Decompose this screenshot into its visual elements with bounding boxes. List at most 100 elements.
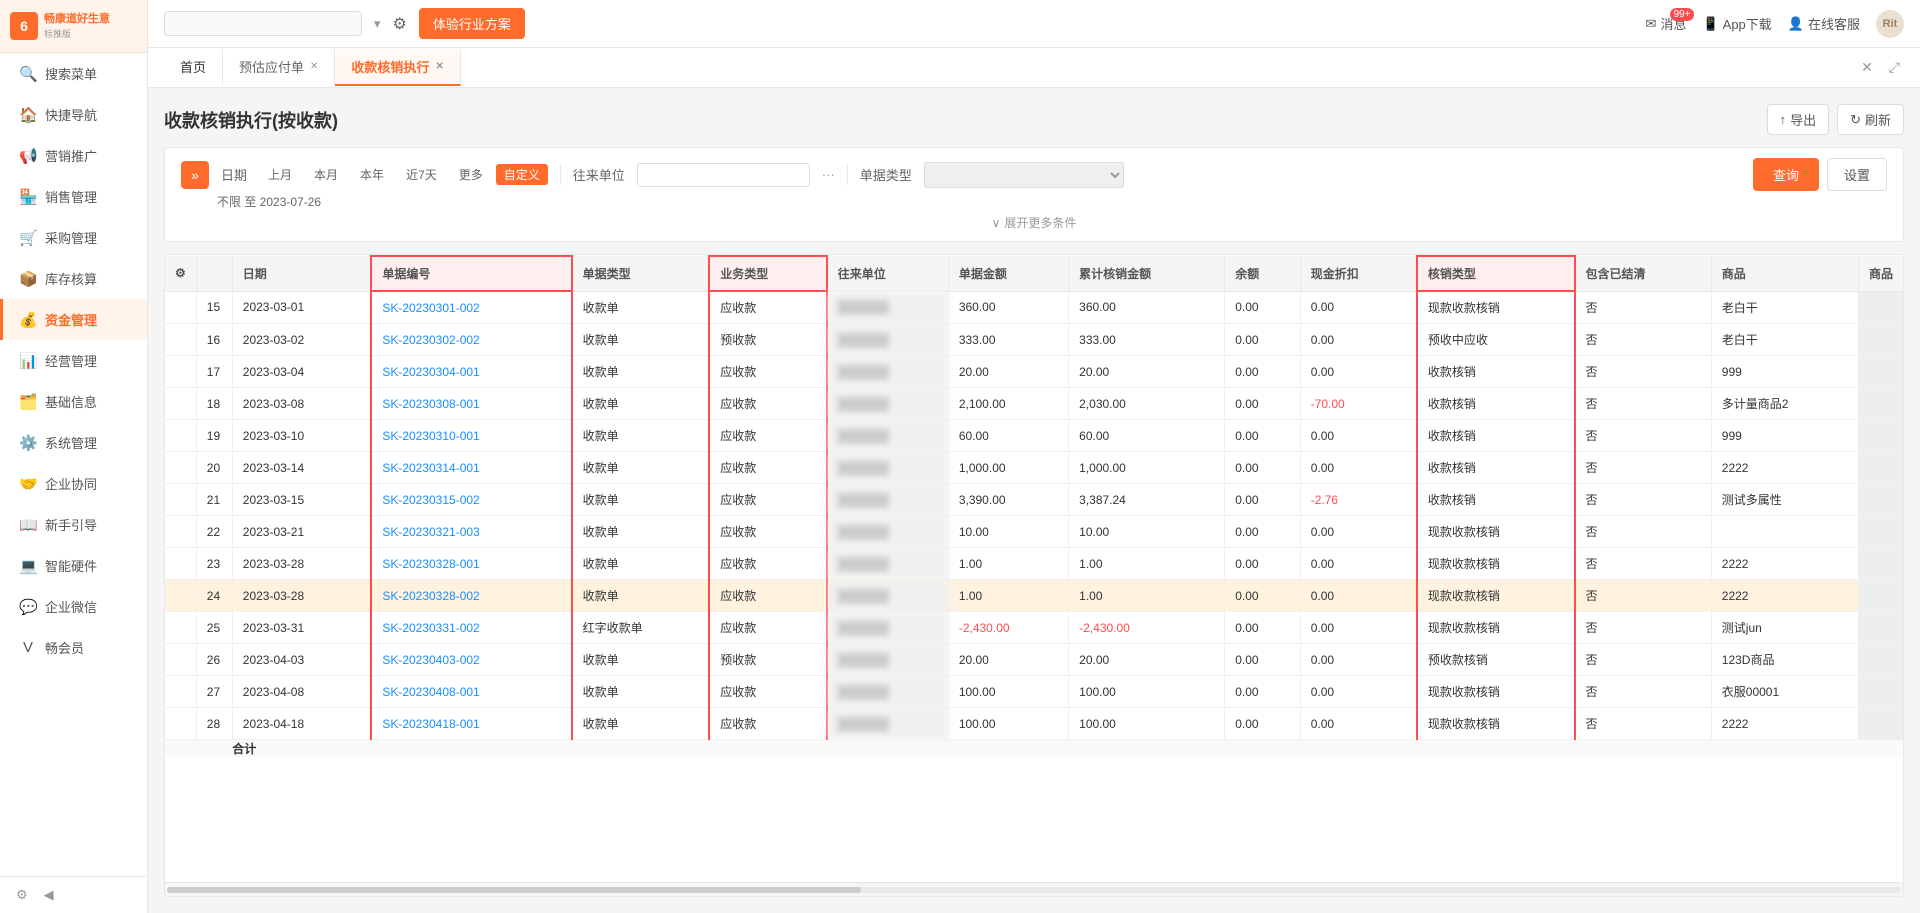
row-bill-no[interactable]: SK-20230301-002 (371, 291, 571, 324)
receipt-type-select[interactable] (924, 162, 1124, 188)
expand-more-btn[interactable]: ∨ 展开更多条件 (992, 214, 1077, 231)
export-btn[interactable]: ↑ 导出 (1767, 104, 1830, 135)
logo-name: 畅康道好生意 (44, 12, 110, 26)
avatar[interactable]: Rit (1876, 10, 1904, 38)
row-checkbox (165, 291, 196, 324)
row-goods1: 999 (1711, 356, 1858, 388)
row-date: 2023-03-01 (232, 291, 371, 324)
col-cancel-type-header: 核销类型 (1417, 256, 1575, 291)
this-year-btn[interactable]: 本年 (351, 163, 393, 186)
row-bill-no[interactable]: SK-20230314-001 (371, 452, 571, 484)
row-balance: 0.00 (1225, 324, 1301, 356)
more-date-btn[interactable]: 更多 (450, 163, 492, 186)
expand-more: ∨ 展开更多条件 (181, 214, 1887, 231)
row-bill-type: 收款单 (572, 324, 710, 356)
sidebar-item-enterprise[interactable]: 🤝 企业协同 (0, 463, 147, 504)
row-balance: 0.00 (1225, 420, 1301, 452)
sidebar-item-member[interactable]: V 畅会员 (0, 627, 147, 668)
hardware-icon: 💻 (19, 557, 37, 575)
tab-home[interactable]: 首页 (164, 49, 223, 86)
tab-payment-exec[interactable]: 收款核销执行 ✕ (335, 49, 460, 86)
refresh-btn[interactable]: ↻ 刷新 (1837, 104, 1904, 135)
query-btn[interactable]: 查询 (1753, 158, 1819, 191)
row-bill-no[interactable]: SK-20230304-001 (371, 356, 571, 388)
filter-row-1: » 日期 上月 本月 本年 近7天 更多 自定义 往来单位 ··· 单据类型 (181, 158, 1887, 191)
app-download-action[interactable]: 📱 App下载 (1702, 14, 1771, 33)
horizontal-scrollbar[interactable] (165, 882, 1903, 896)
sidebar-item-quick-nav[interactable]: 🏠 快捷导航 (0, 94, 147, 135)
sidebar-item-inventory[interactable]: 📦 库存核算 (0, 258, 147, 299)
online-service-action[interactable]: 👤 在线客服 (1788, 14, 1860, 33)
tab-pre-payment[interactable]: 预估应付单 ✕ (223, 49, 335, 86)
app-download-label: App下载 (1723, 14, 1772, 33)
row-bill-no[interactable]: SK-20230418-001 (371, 708, 571, 740)
row-checkbox (165, 644, 196, 676)
guide-icon: 📖 (19, 516, 37, 534)
filter-setting-btn[interactable]: 设置 (1827, 158, 1887, 191)
row-cancel-type: 现款收款核销 (1417, 516, 1575, 548)
row-biz-type: 应收款 (709, 388, 826, 420)
col-gear-header[interactable]: ⚙ (165, 256, 196, 291)
sidebar-item-search[interactable]: 🔍 搜索菜单 (0, 53, 147, 94)
row-biz-type: 应收款 (709, 676, 826, 708)
row-bill-no[interactable]: SK-20230328-001 (371, 548, 571, 580)
this-month-btn[interactable]: 本月 (305, 163, 347, 186)
sidebar-item-operations[interactable]: 📊 经营管理 (0, 340, 147, 381)
row-goods1: 2222 (1711, 580, 1858, 612)
close-payment-exec-icon[interactable]: ✕ (435, 61, 443, 72)
row-bill-type: 收款单 (572, 484, 710, 516)
table-wrapper[interactable]: ⚙ 日期 单据编号 单据类型 业务类型 往来单位 单据金额 累计核销金额 余额 … (165, 255, 1903, 882)
sidebar-item-basic[interactable]: 🗂️ 基础信息 (0, 381, 147, 422)
filter-toggle-btn[interactable]: » (181, 161, 209, 189)
row-balance: 0.00 (1225, 356, 1301, 388)
receipt-type-label: 单据类型 (860, 165, 912, 184)
row-bill-no[interactable]: SK-20230310-001 (371, 420, 571, 452)
messages-badge: 99+ (1670, 8, 1695, 21)
last-7days-btn[interactable]: 近7天 (397, 163, 446, 186)
col-balance-header: 余额 (1225, 256, 1301, 291)
sidebar-item-hardware[interactable]: 💻 智能硬件 (0, 545, 147, 586)
partner-dots[interactable]: ··· (822, 167, 835, 182)
sidebar-item-system[interactable]: ⚙️ 系统管理 (0, 422, 147, 463)
sidebar-settings-btn[interactable]: ⚙ (16, 887, 28, 903)
close-pre-payment-icon[interactable]: ✕ (310, 61, 318, 72)
table-header-row: ⚙ 日期 单据编号 单据类型 业务类型 往来单位 单据金额 累计核销金额 余额 … (165, 256, 1903, 291)
row-bill-no[interactable]: SK-20230308-001 (371, 388, 571, 420)
settings-icon[interactable]: ⚙ (393, 14, 407, 34)
row-balance: 0.00 (1225, 291, 1301, 324)
row-cancel-type: 收款核销 (1417, 452, 1575, 484)
row-bill-no[interactable]: SK-20230408-001 (371, 676, 571, 708)
col-cancel-amount-header: 累计核销金额 (1069, 256, 1225, 291)
page-content: 收款核销执行(按收款) ↑ 导出 ↻ 刷新 » 日期 上月 本月 (148, 88, 1920, 913)
sidebar-item-sales[interactable]: 🏪 销售管理 (0, 176, 147, 217)
tab-close-btn[interactable]: ✕ (1857, 55, 1877, 80)
row-cancel-type: 预收中应收 (1417, 324, 1575, 356)
row-bill-no[interactable]: SK-20230328-002 (371, 580, 571, 612)
row-biz-type: 应收款 (709, 612, 826, 644)
row-include-settled: 否 (1575, 484, 1712, 516)
row-cancel-amount: 1,000.00 (1069, 452, 1225, 484)
tab-expand-btn[interactable]: ⤢ (1885, 55, 1904, 80)
brand-input[interactable] (164, 11, 362, 36)
sidebar-item-purchase[interactable]: 🛒 采购管理 (0, 217, 147, 258)
sidebar-item-wechat[interactable]: 💬 企业微信 (0, 586, 147, 627)
sidebar-item-marketing[interactable]: 📢 营销推广 (0, 135, 147, 176)
row-cash-discount: 0.00 (1300, 548, 1417, 580)
messages-action[interactable]: ✉ 消息 99+ (1646, 14, 1687, 33)
row-cancel-type: 收款核销 (1417, 484, 1575, 516)
row-bill-no[interactable]: SK-20230315-002 (371, 484, 571, 516)
sidebar-item-guide[interactable]: 📖 新手引导 (0, 504, 147, 545)
row-bill-no[interactable]: SK-20230331-002 (371, 612, 571, 644)
row-bill-no[interactable]: SK-20230321-003 (371, 516, 571, 548)
table-row: 272023-04-08SK-20230408-001收款单应收款██████1… (165, 676, 1903, 708)
row-bill-no[interactable]: SK-20230403-002 (371, 644, 571, 676)
custom-date-btn[interactable]: 自定义 (496, 164, 548, 185)
solution-btn[interactable]: 体验行业方案 (419, 8, 525, 39)
sidebar-collapse-btn[interactable]: ◀ (44, 887, 54, 903)
partner-input[interactable] (637, 163, 810, 187)
brand-dropdown-icon[interactable]: ▾ (374, 16, 381, 32)
tab-payment-exec-label: 收款核销执行 (351, 57, 429, 76)
row-bill-no[interactable]: SK-20230302-002 (371, 324, 571, 356)
last-month-btn[interactable]: 上月 (259, 163, 301, 186)
sidebar-item-finance[interactable]: 💰 资金管理 (0, 299, 147, 340)
